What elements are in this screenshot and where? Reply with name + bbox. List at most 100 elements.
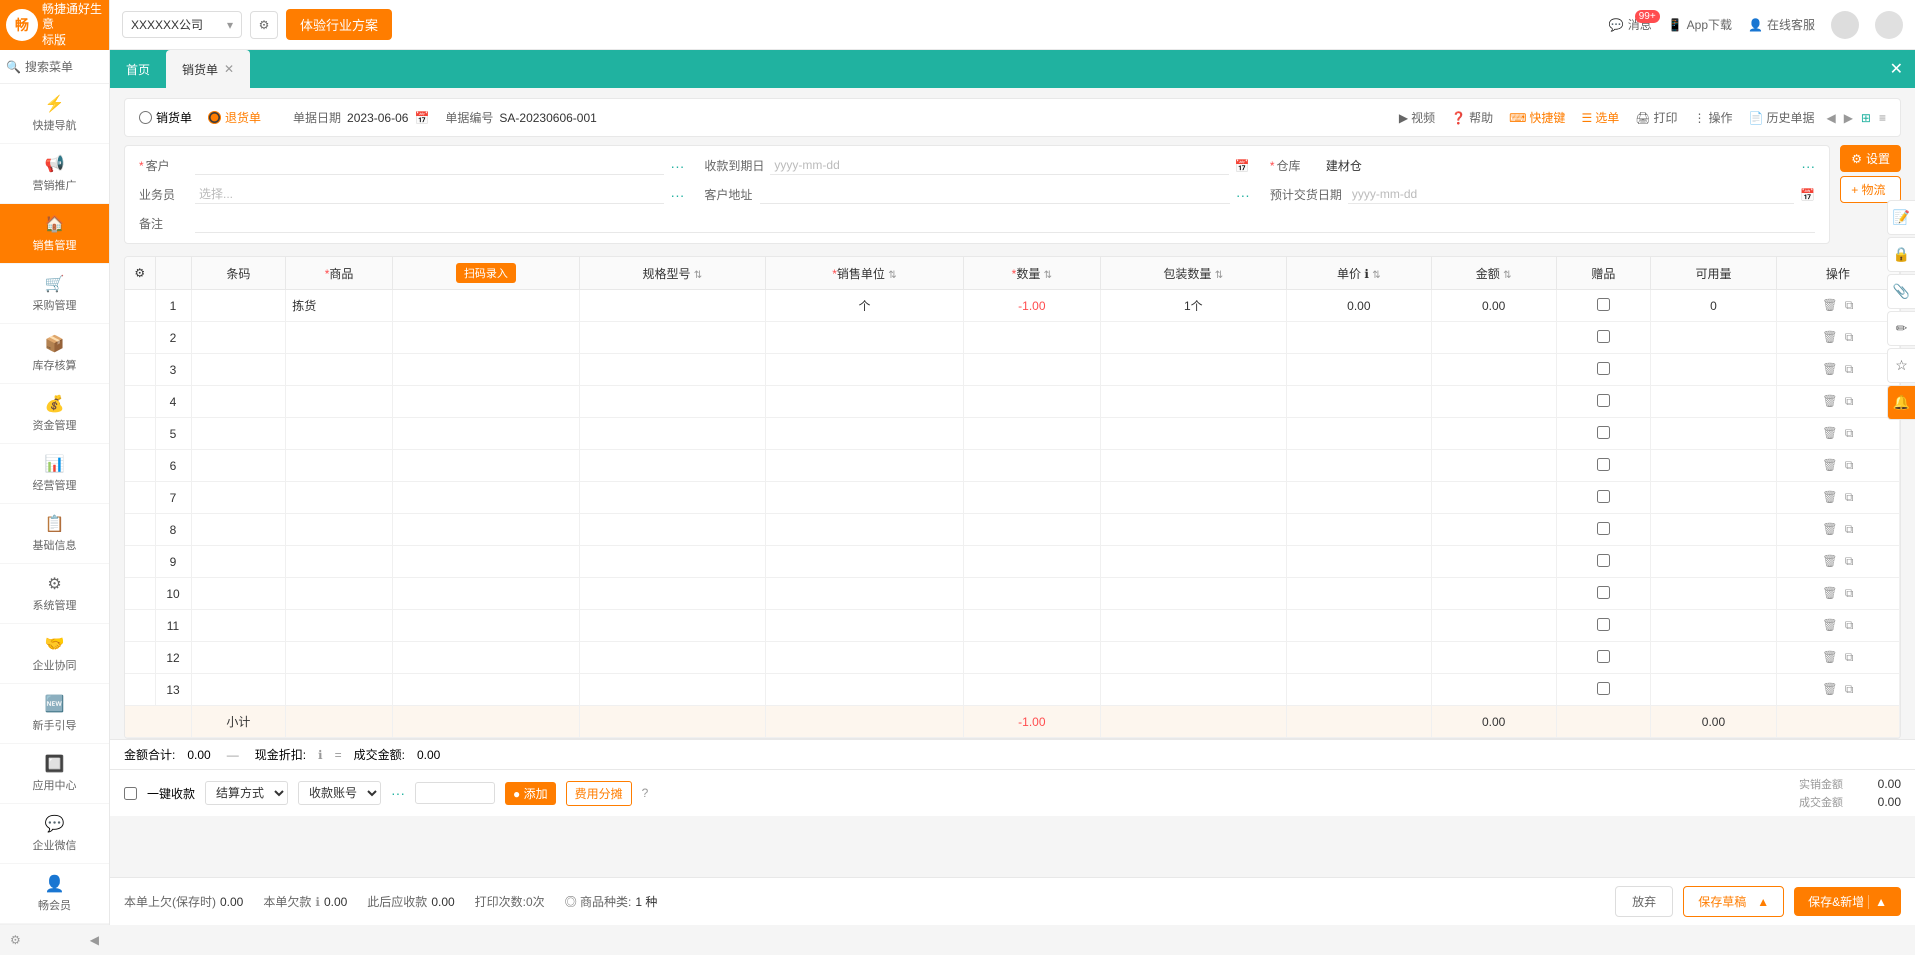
delete-row-icon-11[interactable]: 🗑 <box>1822 650 1837 664</box>
cell-qty-9[interactable] <box>964 578 1101 610</box>
float-note-btn[interactable]: 📝 <box>1887 200 1915 235</box>
select-btn[interactable]: ☰ 选单 <box>1577 107 1623 128</box>
copy-row-icon-6[interactable]: ⧉ <box>1845 490 1854 504</box>
nav-next-icon[interactable]: ▶ <box>1844 111 1853 125</box>
cell-product-5[interactable] <box>286 450 393 482</box>
delete-row-icon-1[interactable]: 🗑 <box>1822 330 1837 344</box>
cell-gift-6[interactable] <box>1556 482 1651 514</box>
cell-spec-9[interactable] <box>579 578 765 610</box>
cell-spec-11[interactable] <box>579 642 765 674</box>
cell-gift-11[interactable] <box>1556 642 1651 674</box>
cell-pkgqty-9[interactable] <box>1100 578 1286 610</box>
cell-qty-10[interactable] <box>964 610 1101 642</box>
cell-price-3[interactable] <box>1286 386 1431 418</box>
cell-price-10[interactable] <box>1286 610 1431 642</box>
abandon-btn[interactable]: 放弃 <box>1615 886 1673 917</box>
cell-unit-6[interactable] <box>765 482 963 514</box>
sidebar-item-quick-nav[interactable]: ⚡ 快捷导航 <box>0 84 109 144</box>
cell-unit-12[interactable] <box>765 674 963 706</box>
cell-unit-5[interactable] <box>765 450 963 482</box>
cell-product-3[interactable] <box>286 386 393 418</box>
cell-gift-8[interactable] <box>1556 546 1651 578</box>
cell-price-6[interactable] <box>1286 482 1431 514</box>
sidebar-item-member[interactable]: 👤 畅会员 <box>0 864 109 924</box>
copy-row-icon-8[interactable]: ⧉ <box>1845 554 1854 568</box>
cell-amount-6[interactable] <box>1431 482 1556 514</box>
cell-unit-11[interactable] <box>765 642 963 674</box>
action-btn[interactable]: ⋮ 操作 <box>1689 107 1736 128</box>
cell-gift-5[interactable] <box>1556 450 1651 482</box>
cell-pkgqty-6[interactable] <box>1100 482 1286 514</box>
cell-price-12[interactable] <box>1286 674 1431 706</box>
cell-unit-8[interactable] <box>765 546 963 578</box>
cell-product-10[interactable] <box>286 610 393 642</box>
delete-row-icon-0[interactable]: 🗑 <box>1822 298 1837 312</box>
cell-spec-5[interactable] <box>579 450 765 482</box>
notes-input[interactable] <box>195 214 1815 233</box>
cell-pkgqty-0[interactable]: 1个 <box>1100 290 1286 322</box>
cell-amount-2[interactable] <box>1431 354 1556 386</box>
account-select[interactable]: 收款账号 <box>298 781 381 805</box>
tab-sales-order[interactable]: 销货单 ✕ <box>166 50 250 88</box>
float-lock-btn[interactable]: 🔒 <box>1887 237 1915 272</box>
float-star-btn[interactable]: ☆ <box>1887 348 1915 383</box>
shortcut-btn[interactable]: ⌨ 快捷键 <box>1505 107 1569 128</box>
cell-product-11[interactable] <box>286 642 393 674</box>
expense-split-btn[interactable]: 费用分摊 <box>566 781 632 806</box>
cell-price-7[interactable] <box>1286 514 1431 546</box>
cell-qty-3[interactable] <box>964 386 1101 418</box>
cell-gift-3[interactable] <box>1556 386 1651 418</box>
address-dots-btn[interactable]: ··· <box>1236 187 1250 203</box>
cell-barcode-8[interactable] <box>191 546 286 578</box>
cell-qty-8[interactable] <box>964 546 1101 578</box>
cell-product-1[interactable] <box>286 322 393 354</box>
cell-gift-10[interactable] <box>1556 610 1651 642</box>
cell-product-2[interactable] <box>286 354 393 386</box>
sidebar-item-wechat[interactable]: 💬 企业微信 <box>0 804 109 864</box>
cell-pkgqty-11[interactable] <box>1100 642 1286 674</box>
save-new-btn[interactable]: 保存&新增 ▲ <box>1794 887 1901 916</box>
cell-unit-2[interactable] <box>765 354 963 386</box>
copy-row-icon-9[interactable]: ⧉ <box>1845 586 1854 600</box>
cell-barcode-10[interactable] <box>191 610 286 642</box>
customer-input[interactable] <box>195 156 664 175</box>
add-payment-btn[interactable]: ● 添加 <box>505 782 556 805</box>
cell-price-2[interactable] <box>1286 354 1431 386</box>
cell-spec-6[interactable] <box>579 482 765 514</box>
settings-gear-icon[interactable]: ⚙ <box>10 933 21 947</box>
copy-row-icon-0[interactable]: ⧉ <box>1845 298 1854 312</box>
cell-amount-9[interactable] <box>1431 578 1556 610</box>
sidebar-item-appstore[interactable]: 🔲 应用中心 <box>0 744 109 804</box>
cell-price-11[interactable] <box>1286 642 1431 674</box>
float-edit-btn[interactable]: ✏ <box>1887 311 1915 346</box>
copy-row-icon-1[interactable]: ⧉ <box>1845 330 1854 344</box>
cell-spec-3[interactable] <box>579 386 765 418</box>
sidebar-item-system[interactable]: ⚙ 系统管理 <box>0 564 109 624</box>
delivery-date-input[interactable] <box>1348 185 1794 204</box>
sidebar-item-marketing[interactable]: 📢 营销推广 <box>0 144 109 204</box>
cell-amount-11[interactable] <box>1431 642 1556 674</box>
th-settings[interactable]: ⚙ <box>125 257 155 290</box>
cell-product-0[interactable]: 拣货 <box>286 290 393 322</box>
cell-qty-4[interactable] <box>964 418 1101 450</box>
delete-row-icon-8[interactable]: 🗑 <box>1822 554 1837 568</box>
trial-btn[interactable]: 体验行业方案 <box>286 9 392 40</box>
cell-barcode-3[interactable] <box>191 386 286 418</box>
cell-unit-10[interactable] <box>765 610 963 642</box>
date-calendar-icon[interactable]: 📅 <box>414 111 429 125</box>
radio-return[interactable]: 退货单 <box>208 109 261 126</box>
cell-product-6[interactable] <box>286 482 393 514</box>
user-avatar[interactable] <box>1831 11 1859 39</box>
delete-row-icon-5[interactable]: 🗑 <box>1822 458 1837 472</box>
settings-button[interactable]: ⚙ <box>250 11 278 39</box>
cell-barcode-0[interactable] <box>191 290 286 322</box>
cell-gift-9[interactable] <box>1556 578 1651 610</box>
cell-amount-12[interactable] <box>1431 674 1556 706</box>
cell-qty-5[interactable] <box>964 450 1101 482</box>
cell-qty-11[interactable] <box>964 642 1101 674</box>
cell-barcode-4[interactable] <box>191 418 286 450</box>
delete-row-icon-12[interactable]: 🗑 <box>1822 682 1837 696</box>
cell-unit-9[interactable] <box>765 578 963 610</box>
cell-product-9[interactable] <box>286 578 393 610</box>
tab-close-all-btn[interactable]: ✕ <box>1878 59 1915 79</box>
